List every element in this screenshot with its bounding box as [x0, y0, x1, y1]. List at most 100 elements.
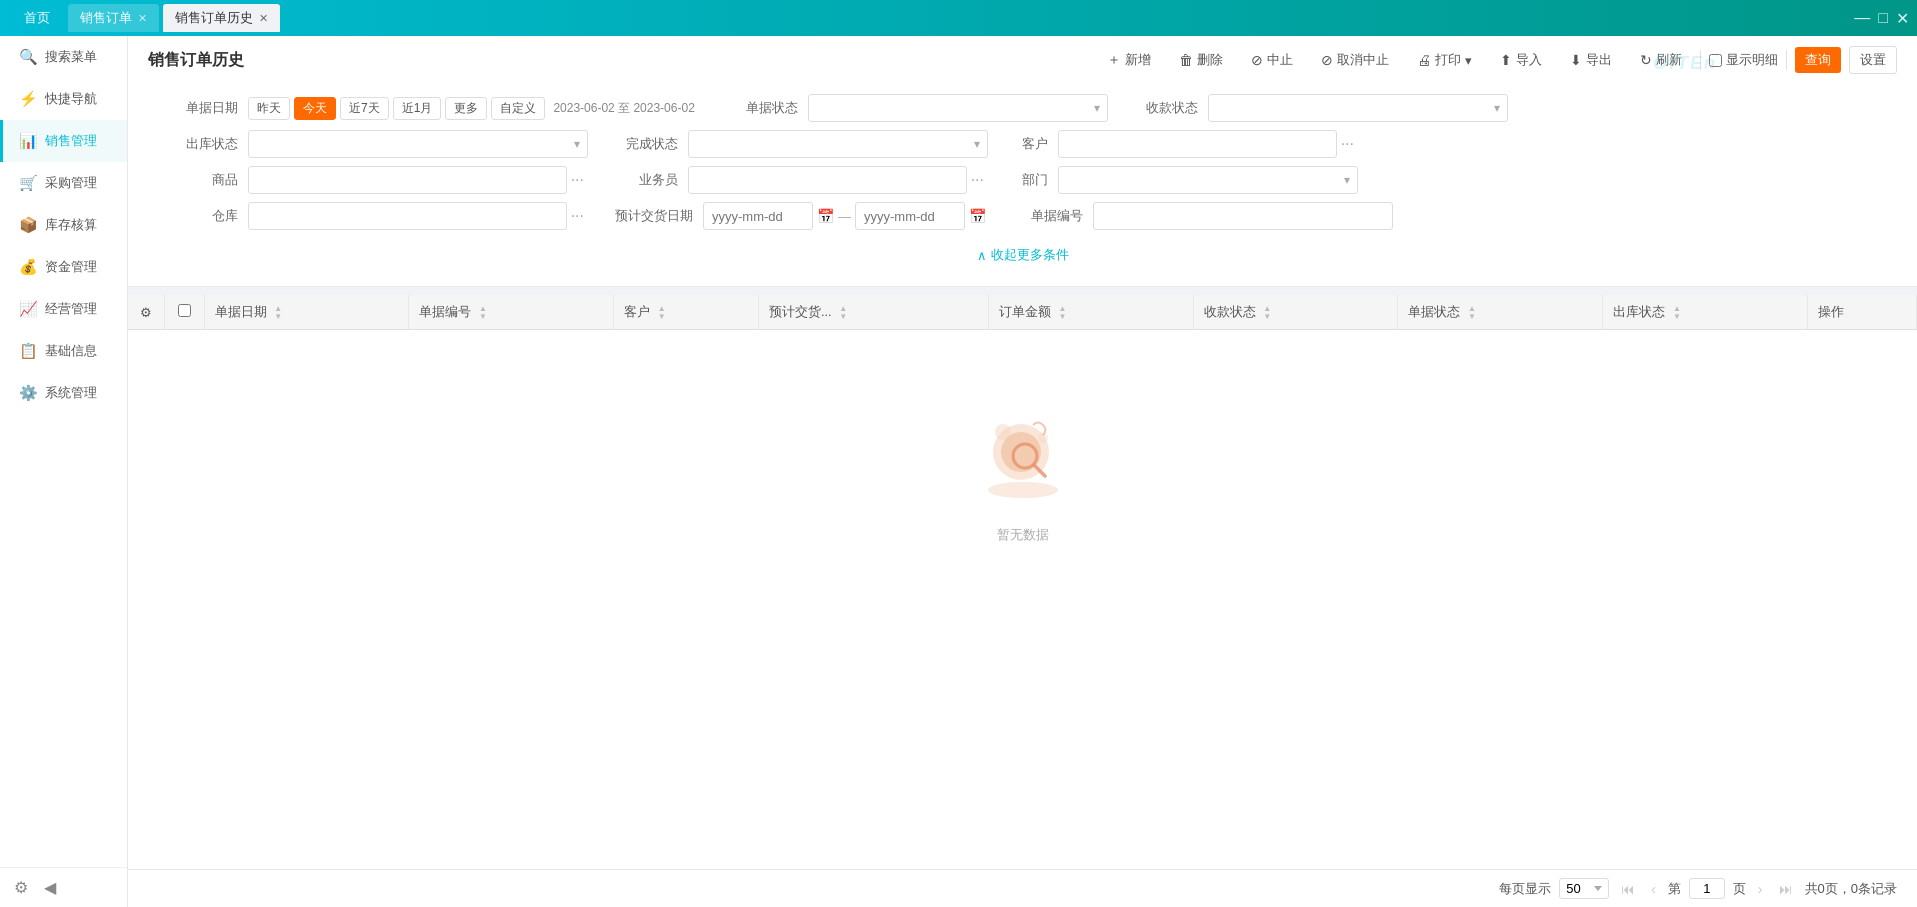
salesperson-more-icon[interactable]: ···: [967, 172, 988, 188]
sidebar-item-sys-mgmt[interactable]: ⚙️ 系统管理: [0, 372, 127, 414]
customer-more-icon[interactable]: ···: [1337, 136, 1358, 152]
table-header-settings[interactable]: ⚙: [128, 295, 164, 330]
tab-sales-order-history-label: 销售订单历史: [175, 9, 253, 27]
new-button[interactable]: ＋ 新增: [1097, 47, 1161, 73]
warehouse-more-icon[interactable]: ···: [567, 208, 588, 224]
product-label: 商品: [168, 171, 248, 189]
table-header-pay-status[interactable]: 收款状态 ▲▼: [1193, 295, 1398, 330]
stop-button[interactable]: ⊘ 中止: [1241, 47, 1303, 73]
product-more-icon[interactable]: ···: [567, 172, 588, 188]
sidebar-item-finance[interactable]: 💰 资金管理: [0, 246, 127, 288]
filter-row-2: 出库状态 完成状态: [148, 130, 1897, 158]
order-status-select[interactable]: [808, 94, 1108, 122]
table-header-order-status[interactable]: 单据状态 ▲▼: [1398, 295, 1603, 330]
table-header-order-amount[interactable]: 订单金额 ▲▼: [988, 295, 1193, 330]
cancel-stop-button[interactable]: ⊘ 取消中止: [1311, 47, 1399, 73]
sidebar-collapse-icon[interactable]: ◀: [44, 878, 56, 897]
date-btn-yesterday[interactable]: 昨天: [248, 97, 290, 120]
table-header-expected-delivery[interactable]: 预计交货... ▲▼: [758, 295, 988, 330]
toolbar-divider-2: [1786, 50, 1787, 70]
print-dropdown-icon: ▾: [1465, 53, 1472, 68]
import-label: 导入: [1516, 51, 1542, 69]
export-icon: ⬇: [1570, 52, 1582, 68]
date-btn-more[interactable]: 更多: [445, 97, 487, 120]
complete-status-select[interactable]: [688, 130, 988, 158]
tab-sales-order-history[interactable]: 销售订单历史 ✕: [163, 4, 280, 32]
window-minimize-icon[interactable]: —: [1854, 9, 1870, 27]
empty-state: 暂无数据: [128, 330, 1917, 624]
expected-delivery-to-input[interactable]: [855, 202, 965, 230]
table-header-outbound-status[interactable]: 出库状态 ▲▼: [1603, 295, 1808, 330]
close-history-tab-icon[interactable]: ✕: [259, 12, 268, 25]
display-toggle[interactable]: 显示明细: [1709, 51, 1778, 69]
collapse-btn[interactable]: ∧ 收起更多条件: [977, 242, 1069, 268]
table-header-order-no[interactable]: 单据编号 ▲▼: [409, 295, 614, 330]
sort-pay-status-icon: ▲▼: [1263, 305, 1271, 321]
import-button[interactable]: ⬆ 导入: [1490, 47, 1552, 73]
filter-row-4: 仓库 ··· 预计交货日期 📅 — 📅 单据编号: [148, 202, 1897, 230]
sales-mgmt-icon: 📊: [19, 132, 37, 150]
inventory-icon: 📦: [19, 216, 37, 234]
sidebar-item-quick-nav[interactable]: ⚡ 快捷导航: [0, 78, 127, 120]
pay-status-select[interactable]: [1208, 94, 1508, 122]
prev-page-button[interactable]: ‹: [1647, 879, 1660, 899]
first-page-button[interactable]: ⏮: [1617, 879, 1639, 899]
tab-sales-order[interactable]: 销售订单 ✕: [68, 4, 159, 32]
page-label: 第: [1668, 880, 1681, 898]
salesperson-control: ···: [688, 166, 988, 194]
window-maximize-icon[interactable]: □: [1878, 9, 1888, 27]
order-number-input[interactable]: [1093, 202, 1393, 230]
basic-info-icon: 📋: [19, 342, 37, 360]
sidebar-item-operations[interactable]: 📈 经营管理: [0, 288, 127, 330]
page-size-select[interactable]: 50 10 20 100: [1559, 878, 1609, 899]
customer-label: 客户: [1008, 135, 1058, 153]
new-label: 新增: [1125, 51, 1151, 69]
finance-icon: 💰: [19, 258, 37, 276]
toolbar: ＋ 新增 🗑 删除 ⊘ 中止 ⊘ 取消中止: [1097, 46, 1897, 74]
sidebar-settings-icon[interactable]: ⚙: [14, 878, 28, 897]
expected-delivery-control: 📅 — 📅: [703, 202, 1003, 230]
top-bar: 首页 销售订单 ✕ 销售订单历史 ✕ — □ ✕: [0, 0, 1917, 36]
print-button[interactable]: 🖨 打印 ▾: [1407, 47, 1482, 73]
product-input[interactable]: [248, 166, 567, 194]
date-btn-custom[interactable]: 自定义: [491, 97, 545, 120]
date-btn-7days[interactable]: 近7天: [340, 97, 389, 120]
next-page-button[interactable]: ›: [1754, 879, 1767, 899]
sidebar-item-inventory[interactable]: 📦 库存核算: [0, 204, 127, 246]
sidebar-item-sales-mgmt-label: 销售管理: [45, 132, 97, 150]
close-sales-order-tab-icon[interactable]: ✕: [138, 12, 147, 25]
table-header-order-date[interactable]: 单据日期 ▲▼: [204, 295, 409, 330]
calendar-from-icon[interactable]: 📅: [817, 208, 834, 224]
empty-state-illustration: [973, 410, 1073, 510]
customer-input[interactable]: [1058, 130, 1337, 158]
table-header-customer[interactable]: 客户 ▲▼: [614, 295, 759, 330]
query-button[interactable]: 查询: [1795, 47, 1841, 73]
expected-delivery-from-input[interactable]: [703, 202, 813, 230]
calendar-to-icon[interactable]: 📅: [969, 208, 986, 224]
outbound-status-select[interactable]: [248, 130, 588, 158]
sidebar-item-purchase-mgmt[interactable]: 🛒 采购管理: [0, 162, 127, 204]
sidebar-item-basic-info[interactable]: 📋 基础信息: [0, 330, 127, 372]
sidebar-item-inventory-label: 库存核算: [45, 216, 97, 234]
salesperson-input[interactable]: [688, 166, 967, 194]
warehouse-input[interactable]: [248, 202, 567, 230]
sidebar-item-sales-mgmt[interactable]: 📊 销售管理: [0, 120, 127, 162]
tab-home[interactable]: 首页: [8, 0, 66, 36]
department-select[interactable]: [1058, 166, 1358, 194]
page-number-input[interactable]: [1689, 878, 1725, 899]
total-records-text: 共0页，0条记录: [1805, 880, 1897, 898]
empty-state-text: 暂无数据: [997, 526, 1049, 544]
sidebar-item-search-menu[interactable]: 🔍 搜索菜单: [0, 36, 127, 78]
page-size-label: 每页显示: [1499, 880, 1551, 898]
last-page-button[interactable]: ⏭: [1775, 879, 1797, 899]
refresh-button[interactable]: ↻ 刷新: [1630, 47, 1692, 73]
svg-point-5: [995, 424, 1011, 440]
export-button[interactable]: ⬇ 导出: [1560, 47, 1622, 73]
select-all-checkbox[interactable]: [178, 304, 191, 317]
date-btn-today[interactable]: 今天: [294, 97, 336, 120]
date-btn-1month[interactable]: 近1月: [393, 97, 442, 120]
delete-button[interactable]: 🗑 删除: [1169, 47, 1233, 73]
window-close-icon[interactable]: ✕: [1896, 9, 1909, 28]
settings-button[interactable]: 设置: [1849, 46, 1897, 74]
display-toggle-checkbox[interactable]: [1709, 54, 1722, 67]
